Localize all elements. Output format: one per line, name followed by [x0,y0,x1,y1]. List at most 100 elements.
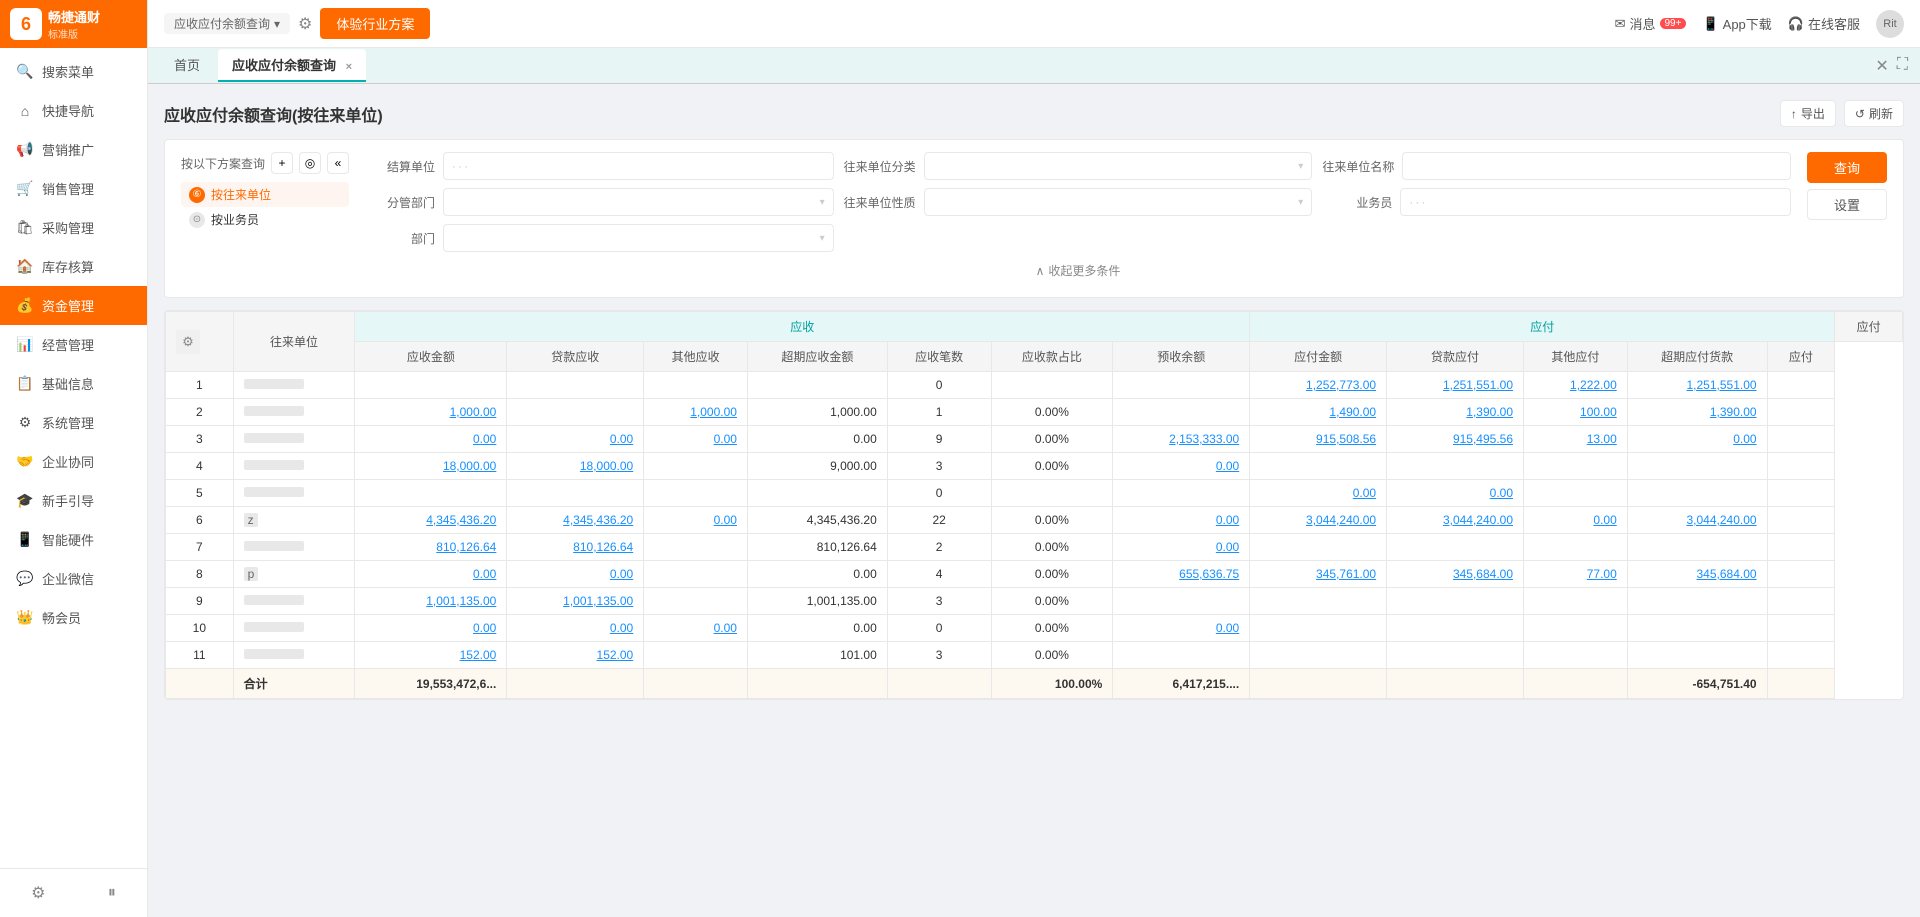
jiesuan-dots: ··· [452,159,470,173]
filter-mode-partner[interactable]: ⑥ 按往来单位 [181,182,349,207]
table-row: 101,252,773.001,251,551.001,222.001,251,… [166,372,1903,399]
filter-mode-selector: 按以下方案查询 + ◎ « ⑥ 按往来单位 ⊙ 按业务员 [181,152,349,285]
table-row: 30.000.000.000.0090.00%2,153,333.00915,5… [166,426,1903,453]
table-row: 500.000.00 [166,480,1903,507]
sidebar-item-guide[interactable]: 🎓新手引导 [0,481,147,520]
app-download-btn[interactable]: 📱 App下载 [1702,14,1771,33]
topbar-left: 应收应付余额查询 ▾ ⚙ 体验行业方案 [164,8,1603,39]
collapse-footer-btn[interactable]: ⏸ [96,878,128,908]
bumen-label: 部门 [365,230,435,247]
collapse-more-btn[interactable]: ∧ 收起更多条件 [365,256,1791,285]
filter-fields: 结算单位 ··· 往来单位分类 ▾ [365,152,1791,285]
sidebar: 6 畅捷通财 标准版 🔍搜索菜单⌂快捷导航📢营销推广🛒销售管理🛍采购管理🏠库存核… [0,0,148,917]
logo-sub: 标准版 [48,26,100,41]
sidebar-item-marketing[interactable]: 📢营销推广 [0,130,147,169]
tab-close-window-btn[interactable]: ✕ [1875,56,1888,76]
col-receivable-group-header: 应收 [355,312,1250,342]
table-settings-icon[interactable]: ⚙ [176,330,200,354]
col-payable-tail-header: 应付 [1835,312,1903,342]
tab-home[interactable]: 首页 [160,49,214,82]
total-label: 合计 [233,669,355,699]
sidebar-item-collab[interactable]: 🤝企业协同 [0,442,147,481]
query-btn[interactable]: 查询 [1807,152,1887,183]
table-row: 11152.00152.00101.0030.00% [166,642,1903,669]
col-rec-ratio-header: 应收款占比 [991,342,1113,372]
fenguanbumon-arrow: ▾ [820,197,825,208]
fenguanbumon-label: 分管部门 [365,194,435,211]
tab-close-btn[interactable]: × [346,61,352,73]
total-overdue-pay: -654,751.40 [1627,669,1767,699]
sidebar-item-hardware[interactable]: 📱智能硬件 [0,520,147,559]
col-partner-header: 往来单位 [233,312,355,372]
message-badge: 99+ [1660,18,1687,29]
table-row: 6z4,345,436.204,345,436.200.004,345,436.… [166,507,1903,534]
wanglaifenlei-input[interactable]: ▾ [924,152,1313,180]
col-settings-header: ⚙ [166,312,234,372]
refresh-btn[interactable]: ↺ 刷新 [1844,100,1904,127]
bumen-arrow: ▾ [820,233,825,244]
settings-footer-btn[interactable]: ⚙ [19,877,57,909]
page-title: 应收应付余额查询(按往来单位) [164,102,383,126]
topbar-breadcrumb: 应收应付余额查询 ▾ [164,13,290,34]
tab-receivable[interactable]: 应收应付余额查询 × [218,49,366,82]
sidebar-item-finance[interactable]: 💰资金管理 [0,286,147,325]
setting-btn[interactable]: 设置 [1807,189,1887,220]
filter-add-btn[interactable]: + [271,152,293,174]
wanglaixin-input[interactable]: ▾ [924,188,1313,216]
table-row: 8p0.000.000.0040.00%655,636.75345,761.00… [166,561,1903,588]
sales-icon: 🛒 [16,180,34,197]
guide-icon: 🎓 [16,492,34,509]
fenguanbumon-input[interactable]: ▾ [443,188,834,216]
wanglaiming-input[interactable] [1402,152,1791,180]
page-content: 应收应付余额查询(按往来单位) ↑ 导出 ↺ 刷新 按以下方案查询 [148,84,1920,917]
sidebar-item-search[interactable]: 🔍搜索菜单 [0,52,147,91]
topbar-gear-icon[interactable]: ⚙ [298,14,312,34]
sidebar-item-base[interactable]: 📋基础信息 [0,364,147,403]
sidebar-item-quick[interactable]: ⌂快捷导航 [0,91,147,130]
filter-mode-salesman[interactable]: ⊙ 按业务员 [181,207,349,232]
sidebar-item-purchase[interactable]: 🛍采购管理 [0,208,147,247]
data-table-container: ⚙ 往来单位 应收 应付 应付 应收金额 贷款应收 其他应收 超期应收金额 应收… [164,310,1904,700]
wechat-icon: 💬 [16,570,34,587]
wanglaifenlei-label: 往来单位分类 [844,158,916,175]
sidebar-item-operations[interactable]: 📊经营管理 [0,325,147,364]
yewuyuan-label: 业务员 [1322,194,1392,211]
yewuyuan-input[interactable]: ··· [1400,188,1791,216]
topbar-right: ✉ 消息 99+ 📱 App下载 🎧 在线客服 Rit [1615,10,1904,38]
sidebar-item-member[interactable]: 👑畅会员 [0,598,147,637]
col-prepay-header: 预收余额 [1113,342,1250,372]
bumen-input[interactable]: ▾ [443,224,834,252]
finance-icon: 💰 [16,297,34,314]
col-pay-tail-header: 应付 [1767,342,1835,372]
app-logo: 6 畅捷通财 标准版 [0,0,147,48]
page-header: 应收应付余额查询(按往来单位) ↑ 导出 ↺ 刷新 [164,100,1904,127]
export-btn[interactable]: ↑ 导出 [1780,100,1836,127]
sidebar-item-wechat[interactable]: 💬企业微信 [0,559,147,598]
sidebar-item-system[interactable]: ⚙系统管理 [0,403,147,442]
filter-circle-btn[interactable]: ◎ [299,152,321,174]
data-table: ⚙ 往来单位 应收 应付 应付 应收金额 贷款应收 其他应收 超期应收金额 应收… [165,311,1903,699]
total-prepay: 6,417,215.... [1113,669,1250,699]
table-row: 100.000.000.000.0000.00%0.00 [166,615,1903,642]
table-row: 21,000.001,000.001,000.0010.00%1,490.001… [166,399,1903,426]
table-row: 7810,126.64810,126.64810,126.6420.00%0.0… [166,534,1903,561]
marketing-icon: 📢 [16,141,34,158]
export-icon: ↑ [1791,107,1797,121]
logo-text: 畅捷通财 [48,7,100,26]
total-row: 合计 19,553,472,6... 100.00% 6,417,215....… [166,669,1903,699]
filter-collapse-btn[interactable]: « [327,152,349,174]
jiesuan-input[interactable]: ··· [443,152,834,180]
wanglaixin-label: 往来单位性质 [844,194,916,211]
message-btn[interactable]: ✉ 消息 99+ [1615,14,1687,33]
user-avatar[interactable]: Rit [1876,10,1904,38]
service-btn[interactable]: 🎧 在线客服 [1788,14,1860,33]
filter-section: 按以下方案查询 + ◎ « ⑥ 按往来单位 ⊙ 按业务员 [164,139,1904,298]
sidebar-item-inventory[interactable]: 🏠库存核算 [0,247,147,286]
sidebar-item-sales[interactable]: 🛒销售管理 [0,169,147,208]
col-overdue-rec-header: 超期应收金额 [747,342,887,372]
col-overdue-pay-header: 超期应付货款 [1627,342,1767,372]
solution-btn[interactable]: 体验行业方案 [320,8,430,39]
search-icon: 🔍 [16,63,34,80]
system-icon: ⚙ [16,414,34,431]
tab-maximize-btn[interactable]: ⛶ [1897,56,1908,76]
